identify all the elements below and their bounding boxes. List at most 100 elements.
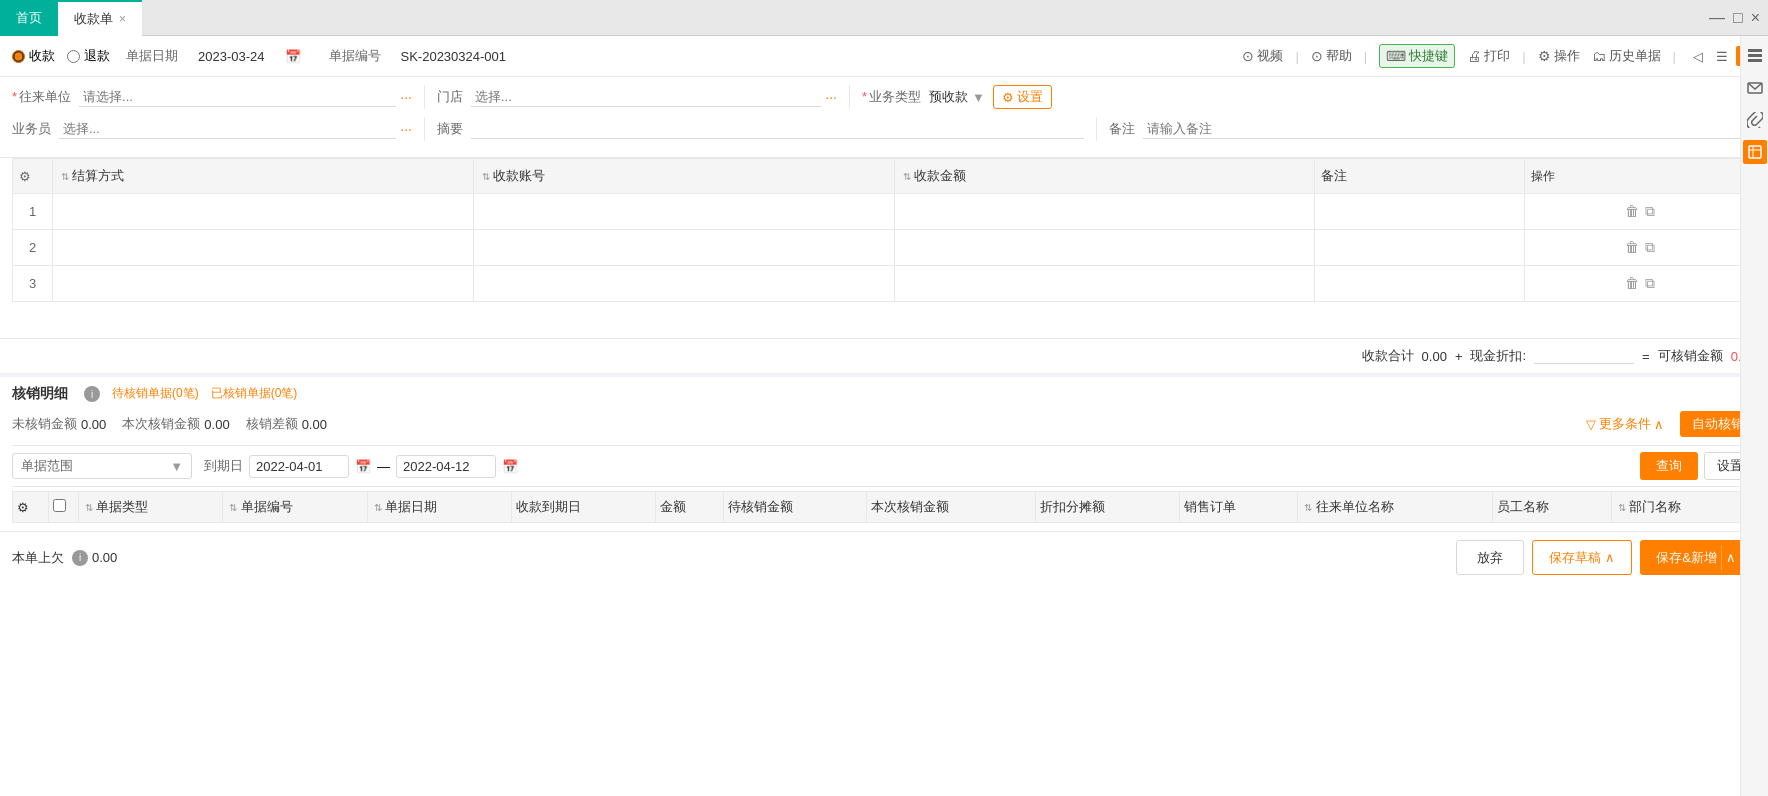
amount-cell-1[interactable] <box>894 194 1315 230</box>
due-info-icon[interactable]: i <box>72 550 88 566</box>
range-select[interactable]: 单据范围 ▼ <box>12 453 192 479</box>
delete-icon-1[interactable]: 🗑 <box>1625 203 1639 220</box>
date-from-input[interactable] <box>249 455 349 478</box>
save-new-dropdown-icon[interactable]: ∧ <box>1721 545 1740 570</box>
svg-rect-0 <box>1748 49 1762 52</box>
chevron-up-icon: ∧ <box>1654 417 1664 432</box>
remark-cell-2[interactable] <box>1315 230 1524 266</box>
copy-icon-2[interactable]: ⧉ <box>1645 239 1655 256</box>
sidebar-frame-icon[interactable] <box>1743 140 1767 164</box>
sort-doc-date[interactable]: ⇅ <box>374 502 382 513</box>
partner-input[interactable] <box>79 87 396 107</box>
sort-partner[interactable]: ⇅ <box>1304 502 1312 513</box>
tab-home[interactable]: 首页 <box>0 0 58 36</box>
sort-icon2[interactable]: ⇅ <box>482 171 490 182</box>
calendar-from-icon[interactable]: 📅 <box>355 459 371 474</box>
setting-button[interactable]: ⚙ 设置 <box>993 85 1052 109</box>
sort-doc-type[interactable]: ⇅ <box>85 502 93 513</box>
current-label: 本次核销金额 <box>122 415 200 433</box>
delete-icon-3[interactable]: 🗑 <box>1625 275 1639 292</box>
abandon-button[interactable]: 放弃 <box>1456 540 1524 575</box>
svg-rect-1 <box>1748 54 1762 57</box>
window-close-icon[interactable]: × <box>1751 9 1760 27</box>
footer-left: 本单上欠 i 0.00 <box>12 549 117 567</box>
save-new-button[interactable]: 保存&新增 ∧ <box>1640 540 1756 575</box>
shop-input[interactable] <box>471 87 821 107</box>
layout-icon-prev[interactable]: ◁ <box>1688 46 1708 66</box>
layout-icon-list[interactable]: ☰ <box>1712 46 1732 66</box>
calendar-icon[interactable]: 📅 <box>285 49 301 64</box>
bottom-settings-icon[interactable]: ⚙ <box>17 500 29 515</box>
operation-btn[interactable]: ⚙ 操作 <box>1538 47 1580 65</box>
table-settings-icon[interactable]: ⚙ <box>19 169 31 184</box>
uncancelled-label: 未核销金额 <box>12 415 77 433</box>
sort-icon[interactable]: ⇅ <box>61 171 69 182</box>
receipt-table-container: ⚙ ⇅ 结算方式 ⇅ 收款账号 ⇅ 收款金额 备注 <box>0 158 1768 338</box>
remark-cell-3[interactable] <box>1315 266 1524 302</box>
help-btn[interactable]: ⊙ 帮助 <box>1311 47 1352 65</box>
more-conditions-btn[interactable]: ▽ 更多条件 ∧ <box>1586 415 1664 433</box>
col-current-amount: 本次核销金额 <box>867 492 1036 523</box>
abandon-btn-label: 放弃 <box>1477 550 1503 565</box>
partner-more-icon[interactable]: ··· <box>400 89 412 105</box>
copy-icon-3[interactable]: ⧉ <box>1645 275 1655 292</box>
select-all-checkbox[interactable] <box>53 499 66 512</box>
remark-cell-1[interactable] <box>1315 194 1524 230</box>
table-row: 3 🗑 ⧉ <box>13 266 1756 302</box>
remark-label: 备注 <box>1109 120 1135 138</box>
uncancelled-value: 0.00 <box>81 417 106 432</box>
delete-icon-2[interactable]: 🗑 <box>1625 239 1639 256</box>
staff-input[interactable] <box>59 119 396 139</box>
history-btn[interactable]: 🗂 历史单据 <box>1592 47 1661 65</box>
query-button[interactable]: 查询 <box>1640 452 1698 480</box>
discount-input[interactable] <box>1534 348 1634 364</box>
history-icon: 🗂 <box>1592 48 1606 64</box>
pending-tab-link[interactable]: 待核销单据(0笔) <box>112 385 199 403</box>
info-icon[interactable]: i <box>84 386 100 402</box>
save-draft-button[interactable]: 保存草稿 ∧ <box>1532 540 1632 575</box>
copy-icon-1[interactable]: ⧉ <box>1645 203 1655 220</box>
save-draft-arrow: ∧ <box>1605 550 1615 565</box>
remark-input[interactable] <box>1143 119 1756 139</box>
sidebar-table-icon[interactable] <box>1743 44 1767 68</box>
sort-dept[interactable]: ⇅ <box>1618 502 1626 513</box>
sidebar-clip-icon[interactable] <box>1743 108 1767 132</box>
sort-icon3[interactable]: ⇅ <box>903 171 911 182</box>
account-cell-2[interactable] <box>473 230 894 266</box>
video-btn[interactable]: ⊙ 视频 <box>1242 47 1283 65</box>
staff-more-icon[interactable]: ··· <box>400 121 412 137</box>
settlement-cell-3[interactable] <box>53 266 474 302</box>
shop-more-icon[interactable]: ··· <box>825 89 837 105</box>
bottom-gear-header: ⚙ <box>13 492 49 523</box>
summary-input[interactable] <box>471 119 1084 139</box>
minimize-icon[interactable]: — <box>1709 9 1725 27</box>
tab-close-icon[interactable]: × <box>119 12 126 26</box>
date-to-input[interactable] <box>396 455 496 478</box>
sidebar-email-icon[interactable] <box>1743 76 1767 100</box>
shortcut-icon: ⌨ <box>1386 48 1406 64</box>
amount-cell-2[interactable] <box>894 230 1315 266</box>
print-btn[interactable]: 🖨 打印 <box>1467 47 1510 65</box>
action-cell-1: 🗑 ⧉ <box>1524 194 1755 230</box>
discount-label: 现金折扣: <box>1470 347 1526 365</box>
tab-receipt-label: 收款单 <box>74 10 113 28</box>
receipt-radio[interactable]: 收款 <box>12 47 55 65</box>
tab-receipt[interactable]: 收款单 × <box>58 0 142 36</box>
completed-tab-link[interactable]: 已核销单据(0笔) <box>211 385 298 403</box>
account-cell-1[interactable] <box>473 194 894 230</box>
settlement-cell-1[interactable] <box>53 194 474 230</box>
business-type-select[interactable]: 预收款 ▼ <box>929 88 985 106</box>
filter-row: 单据范围 ▼ 到期日 📅 — 📅 查询 设置 <box>12 445 1756 487</box>
video-icon: ⊙ <box>1242 48 1254 64</box>
sort-doc-num[interactable]: ⇅ <box>229 502 237 513</box>
settlement-cell-2[interactable] <box>53 230 474 266</box>
refund-radio[interactable]: 退款 <box>67 47 110 65</box>
maximize-icon[interactable]: □ <box>1733 9 1743 27</box>
amount-cell-3[interactable] <box>894 266 1315 302</box>
business-type-field: 业务类型 预收款 ▼ ⚙ 设置 <box>862 85 1756 109</box>
shortcut-btn[interactable]: ⌨ 快捷键 <box>1379 44 1455 68</box>
calendar-to-icon[interactable]: 📅 <box>502 459 518 474</box>
col-due-date: 收款到期日 <box>512 492 656 523</box>
account-cell-3[interactable] <box>473 266 894 302</box>
uncancelled-stat: 未核销金额 0.00 <box>12 415 106 433</box>
